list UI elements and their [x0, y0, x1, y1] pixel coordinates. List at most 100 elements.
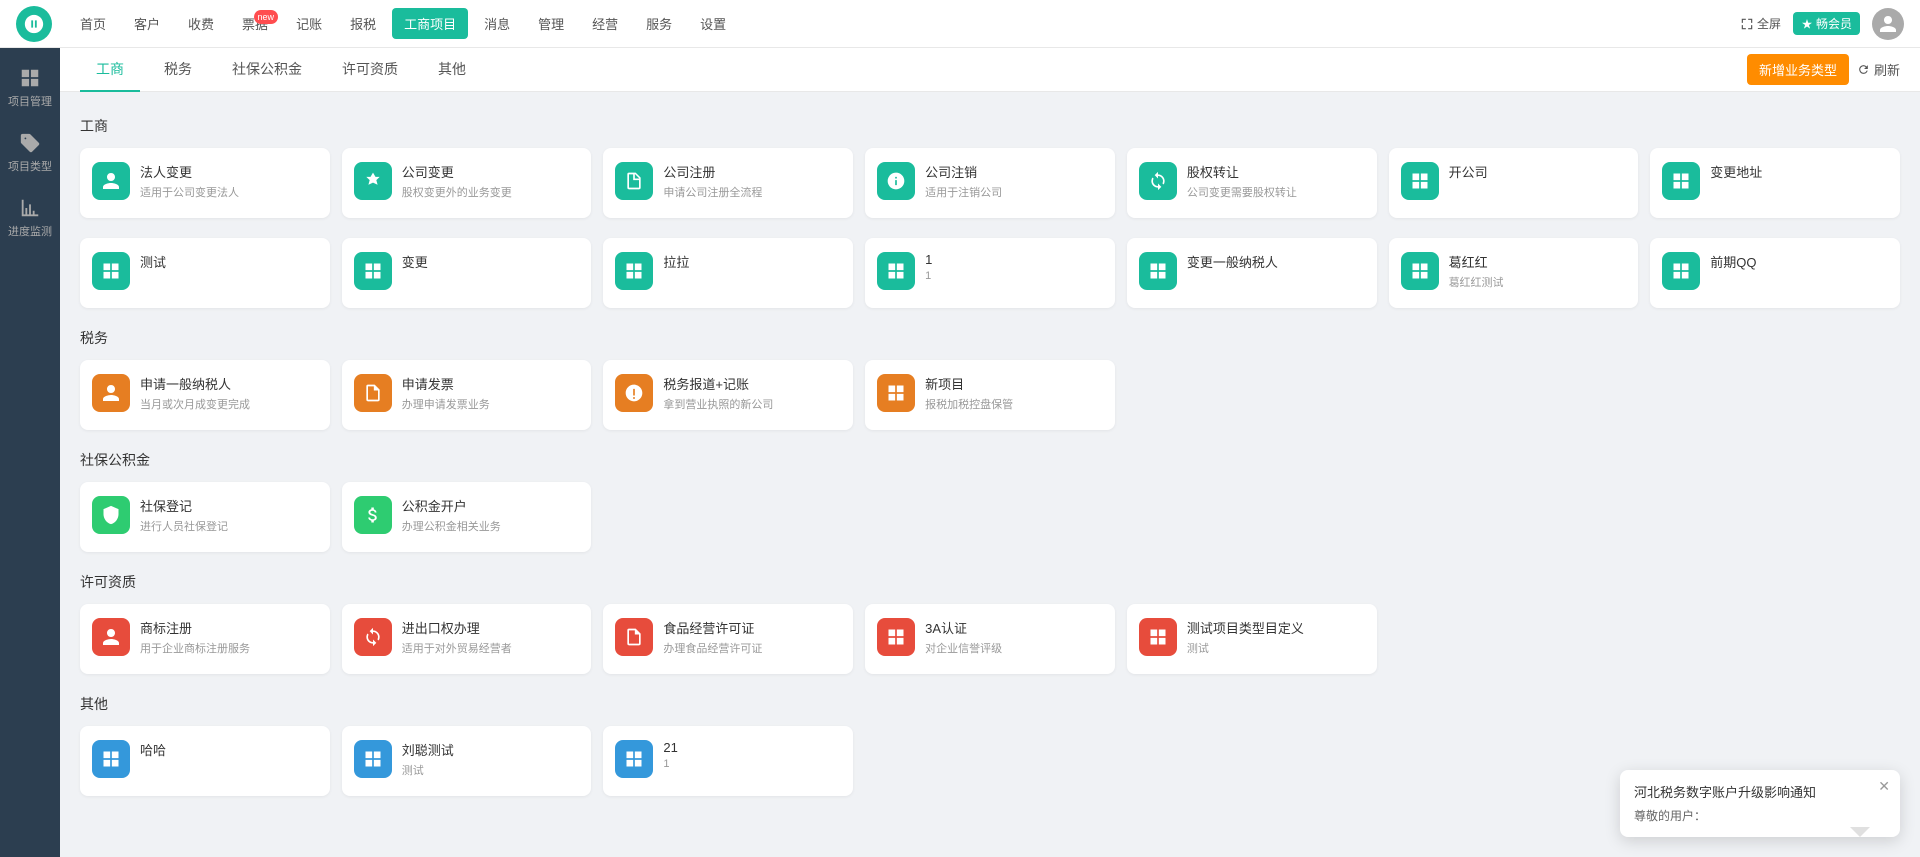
content-scroll: 工商 法人变更 适用于公司变更法人 公	[60, 92, 1920, 857]
content-area: 工商 税务 社保公积金 许可资质 其他 新增业务类型 刷新 工商	[60, 48, 1920, 857]
card-trademark[interactable]: 商标注册 用于企业商标注册服务	[80, 604, 330, 674]
sidebar-item-progress[interactable]: 进度监测	[4, 186, 56, 247]
gongshang-cards-row2: 测试 变更	[80, 238, 1900, 308]
new-type-button[interactable]: 新增业务类型	[1747, 54, 1849, 85]
card-tax-bookkeeping[interactable]: 税务报道+记账 拿到营业执照的新公司	[603, 360, 853, 430]
refresh-button[interactable]: 刷新	[1857, 60, 1900, 79]
card-equity-transfer[interactable]: 股权转让 公司变更需要股权转让	[1127, 148, 1377, 218]
card-desc: 测试	[402, 762, 580, 778]
card-apply-invoice[interactable]: 申请发票 办理申请发票业务	[342, 360, 592, 430]
card-company-cancel[interactable]: 公司注销 适用于注销公司	[865, 148, 1115, 218]
section-title-shebao: 社保公积金	[80, 450, 1900, 470]
notification-close[interactable]: ✕	[1878, 778, 1890, 795]
card-desc: 1	[925, 270, 1103, 282]
tab-social[interactable]: 社保公积金	[216, 48, 318, 92]
nav-payment[interactable]: 收费	[176, 8, 226, 39]
card-name: 法人变更	[140, 162, 318, 181]
nav-customer[interactable]: 客户	[122, 8, 172, 39]
card-1[interactable]: 1 1	[865, 238, 1115, 308]
nav-settings[interactable]: 设置	[688, 8, 738, 39]
sidebar-label-project-type: 项目类型	[8, 161, 52, 174]
nav-bill[interactable]: 票据new	[230, 8, 280, 39]
card-21[interactable]: 21 1	[603, 726, 853, 796]
tab-industry[interactable]: 工商	[80, 48, 140, 92]
card-icon	[354, 740, 392, 778]
tab-permit[interactable]: 许可资质	[326, 48, 414, 92]
card-liucong-test[interactable]: 刘聪测试 测试	[342, 726, 592, 796]
card-test-type[interactable]: 测试项目类型目定义 测试	[1127, 604, 1377, 674]
nav-service[interactable]: 服务	[634, 8, 684, 39]
member-label: 畅会员	[1816, 15, 1852, 32]
card-3a-cert[interactable]: 3A认证 对企业信誉评级	[865, 604, 1115, 674]
card-fund-open[interactable]: 公积金开户 办理公积金相关业务	[342, 482, 592, 552]
card-icon	[1139, 618, 1177, 656]
nav-industry[interactable]: 工商项目	[392, 8, 468, 39]
nav-manage[interactable]: 管理	[526, 8, 576, 39]
sidebar-label-progress: 进度监测	[8, 226, 52, 239]
card-food-permit[interactable]: 食品经营许可证 办理食品经营许可证	[603, 604, 853, 674]
fullscreen-label: 全屏	[1757, 15, 1781, 32]
member-btn[interactable]: 畅会员	[1793, 12, 1860, 35]
card-legal-change[interactable]: 法人变更 适用于公司变更法人	[80, 148, 330, 218]
logo[interactable]	[16, 6, 52, 42]
nav-bookkeeping[interactable]: 记账	[284, 8, 334, 39]
card-test[interactable]: 测试	[80, 238, 330, 308]
card-change-address[interactable]: 变更地址	[1650, 148, 1900, 218]
user-avatar[interactable]	[1872, 8, 1904, 40]
card-info: 进出口权办理 适用于对外贸易经营者	[402, 618, 580, 656]
card-lala[interactable]: 拉拉	[603, 238, 853, 308]
nav-home[interactable]: 首页	[68, 8, 118, 39]
sidebar-item-project-type[interactable]: 项目类型	[4, 121, 56, 182]
card-company-register[interactable]: 公司注册 申请公司注册全流程	[603, 148, 853, 218]
tab-other[interactable]: 其他	[422, 48, 482, 92]
card-desc: 报税加税控盘保管	[925, 396, 1103, 412]
card-icon	[92, 252, 130, 290]
card-info: 公司注册 申请公司注册全流程	[663, 162, 841, 200]
card-company-change[interactable]: 公司变更 股权变更外的业务变更	[342, 148, 592, 218]
card-name: 公积金开户	[402, 496, 580, 515]
card-icon	[354, 496, 392, 534]
card-name: 公司注册	[663, 162, 841, 181]
card-name: 社保登记	[140, 496, 318, 515]
card-new-project[interactable]: 新项目 报税加税控盘保管	[865, 360, 1115, 430]
card-social-register[interactable]: 社保登记 进行人员社保登记	[80, 482, 330, 552]
card-name: 前期QQ	[1710, 252, 1888, 271]
card-info: 开公司	[1449, 162, 1627, 184]
card-icon	[1139, 252, 1177, 290]
card-info: 公司变更 股权变更外的业务变更	[402, 162, 580, 200]
card-open-company[interactable]: 开公司	[1389, 148, 1639, 218]
fullscreen-btn[interactable]: 全屏	[1740, 15, 1781, 32]
nav-tax[interactable]: 报税	[338, 8, 388, 39]
sidebar-label-project-manage: 项目管理	[8, 96, 52, 109]
card-icon	[354, 374, 392, 412]
shuiwu-cards: 申请一般纳税人 当月或次月成变更完成 申请发票 办理申请发票业务	[80, 360, 1900, 430]
card-info: 变更地址	[1710, 162, 1888, 184]
card-name: 1	[925, 252, 1103, 267]
card-icon	[877, 162, 915, 200]
card-info: 商标注册 用于企业商标注册服务	[140, 618, 318, 656]
card-icon	[1401, 252, 1439, 290]
card-info: 拉拉	[663, 252, 841, 274]
card-icon	[354, 618, 392, 656]
card-haha[interactable]: 哈哈	[80, 726, 330, 796]
card-info: 社保登记 进行人员社保登记	[140, 496, 318, 534]
card-change-taxpayer[interactable]: 变更一般纳税人	[1127, 238, 1377, 308]
card-qq[interactable]: 前期QQ	[1650, 238, 1900, 308]
card-import-export[interactable]: 进出口权办理 适用于对外贸易经营者	[342, 604, 592, 674]
card-name: 商标注册	[140, 618, 318, 637]
card-gehonghong[interactable]: 葛红红 葛红红测试	[1389, 238, 1639, 308]
sidebar-item-project-manage[interactable]: 项目管理	[4, 56, 56, 117]
nav-message[interactable]: 消息	[472, 8, 522, 39]
card-info: 新项目 报税加税控盘保管	[925, 374, 1103, 412]
nav-operation[interactable]: 经营	[580, 8, 630, 39]
card-name: 21	[663, 740, 841, 755]
card-info: 葛红红 葛红红测试	[1449, 252, 1627, 290]
card-change2[interactable]: 变更	[342, 238, 592, 308]
card-apply-taxpayer[interactable]: 申请一般纳税人 当月或次月成变更完成	[80, 360, 330, 430]
card-name: 新项目	[925, 374, 1103, 393]
card-info: 哈哈	[140, 740, 318, 762]
card-desc: 葛红红测试	[1449, 274, 1627, 290]
card-icon	[92, 740, 130, 778]
card-desc: 进行人员社保登记	[140, 518, 318, 534]
tab-tax[interactable]: 税务	[148, 48, 208, 92]
